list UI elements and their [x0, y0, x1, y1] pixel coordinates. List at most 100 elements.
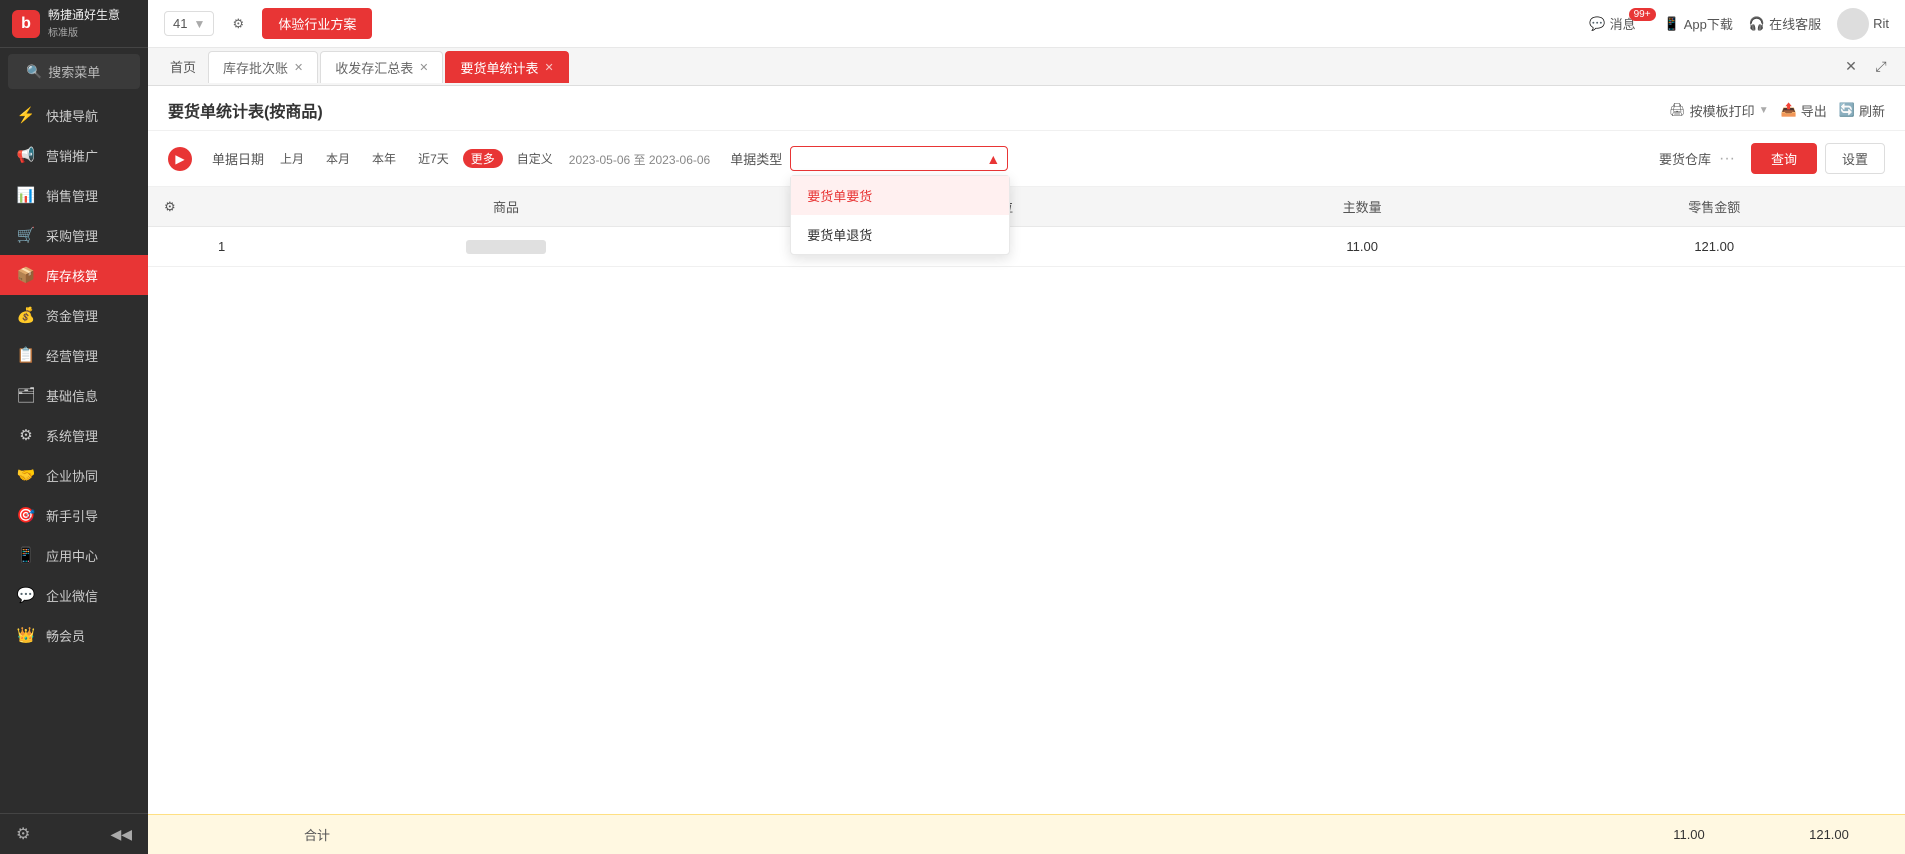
sidebar-item-appcenter[interactable]: 📱 应用中心 — [0, 535, 148, 575]
warehouse-more-icon[interactable]: ··· — [1719, 150, 1735, 168]
sidebar-item-quicknav[interactable]: ⚡ 快捷导航 — [0, 95, 148, 135]
sidebar-item-operations[interactable]: 📋 经营管理 — [0, 335, 148, 375]
sidebar-item-label: 新手引导 — [46, 506, 98, 525]
sidebar-item-finance[interactable]: 💰 资金管理 — [0, 295, 148, 335]
logo-area: b 畅捷通好生意 标准版 — [0, 0, 148, 48]
date-filter-group: 单据日期 上月 本月 本年 近7天 更多 自定义 2023-05-06 至 20… — [212, 148, 710, 169]
this-month-btn[interactable]: 本月 — [318, 148, 358, 169]
sidebar-item-purchase[interactable]: 🛒 采购管理 — [0, 215, 148, 255]
sidebar-item-member[interactable]: 👑 畅会员 — [0, 615, 148, 655]
company-selector[interactable]: 41 ▼ — [164, 11, 214, 36]
refresh-label: 刷新 — [1859, 101, 1885, 120]
export-button[interactable]: 📤 导出 — [1781, 101, 1827, 120]
sidebar-item-enterprise[interactable]: 🤝 企业协同 — [0, 455, 148, 495]
settings-gear-button[interactable]: ⚙ — [224, 10, 252, 38]
quicknav-icon: ⚡ — [16, 105, 36, 125]
appcenter-icon: 📱 — [16, 545, 36, 565]
type-filter-input[interactable] — [790, 146, 1008, 171]
app-sub: 标准版 — [48, 24, 120, 39]
row-qty: 11.00 — [1201, 227, 1524, 267]
app-download-button[interactable]: 📱 App下载 — [1664, 14, 1733, 33]
company-name: 41 — [173, 16, 187, 31]
trial-button[interactable]: 体验行业方案 — [262, 8, 372, 39]
tab-close-icon[interactable]: ✕ — [419, 61, 428, 74]
data-table: ⚙ 商品 主计量单位 主数量 零售金额 1 — [148, 187, 1905, 267]
tab-close-icon[interactable]: ✕ — [294, 61, 303, 74]
type-dropdown-menu: 要货单要货 要货单退货 — [790, 175, 1010, 255]
sidebar-item-label: 营销推广 — [46, 146, 98, 165]
sidebar-item-label: 快捷导航 — [46, 106, 98, 125]
tab-close-icon[interactable]: ✕ — [545, 61, 554, 74]
print-button[interactable]: 🖨 按模板打印 ▼ — [1669, 101, 1768, 120]
page-header: 要货单统计表(按商品) 🖨 按模板打印 ▼ 📤 导出 🔄 刷新 — [148, 86, 1905, 131]
message-button[interactable]: 💬 消息 99+ — [1589, 14, 1647, 33]
refresh-icon: 🔄 — [1839, 102, 1855, 118]
tab-summary[interactable]: 收发存汇总表 ✕ — [320, 51, 443, 83]
sidebar-item-label: 经营管理 — [46, 346, 98, 365]
tabbar: 首页 库存批次账 ✕ 收发存汇总表 ✕ 要货单统计表 ✕ ✕ ⤢ — [148, 48, 1905, 86]
print-label: 按模板打印 — [1690, 101, 1755, 120]
basic-icon: 🗂 — [16, 385, 36, 405]
warehouse-label: 要货仓库 — [1659, 149, 1711, 168]
footer-amount: 121.00 — [1769, 827, 1889, 842]
export-label: 导出 — [1801, 101, 1827, 120]
finance-icon: 💰 — [16, 305, 36, 325]
filter-settings-button[interactable]: 设置 — [1825, 143, 1885, 174]
logo-icon: b — [12, 10, 40, 38]
date-range-display: 2023-05-06 至 2023-06-06 — [569, 151, 710, 168]
last-7-days-btn[interactable]: 近7天 — [410, 148, 457, 169]
sidebar-item-inventory[interactable]: 📦 库存核算 — [0, 255, 148, 295]
topbar-right: 💬 消息 99+ 📱 App下载 🎧 在线客服 Rit — [1589, 8, 1889, 40]
tab-requisition[interactable]: 要货单统计表 ✕ — [445, 51, 568, 83]
sidebar-collapse-icon[interactable]: ◀◀ — [110, 826, 132, 843]
col-product: 商品 — [252, 187, 761, 227]
type-filter-group: 单据类型 ▲ 要货单要货 要货单退货 — [730, 146, 1008, 171]
search-label: 搜索菜单 — [48, 62, 100, 81]
search-icon: 🔍 — [26, 64, 42, 80]
online-service-button[interactable]: 🎧 在线客服 — [1749, 14, 1821, 33]
search-menu-item[interactable]: 🔍 搜索菜单 — [8, 54, 140, 89]
topbar-left: 41 ▼ ⚙ 体验行业方案 — [164, 8, 1589, 39]
sales-icon: 📊 — [16, 185, 36, 205]
refresh-button[interactable]: 🔄 刷新 — [1839, 101, 1885, 120]
sidebar-nav: ⚡ 快捷导航 📢 营销推广 📊 销售管理 🛒 采购管理 📦 库存核算 💰 资金管… — [0, 95, 148, 813]
sidebar-item-basic[interactable]: 🗂 基础信息 — [0, 375, 148, 415]
sidebar-item-wecom[interactable]: 💬 企业微信 — [0, 575, 148, 615]
inventory-icon: 📦 — [16, 265, 36, 285]
user-avatar[interactable]: Rit — [1837, 8, 1889, 40]
online-service-label: 在线客服 — [1769, 14, 1821, 33]
tab-home[interactable]: 首页 — [160, 57, 206, 76]
sidebar-item-system[interactable]: ⚙ 系统管理 — [0, 415, 148, 455]
query-button[interactable]: 查询 — [1751, 143, 1817, 174]
tab-batch[interactable]: 库存批次账 ✕ — [208, 51, 318, 83]
sidebar-item-label: 销售管理 — [46, 186, 98, 205]
dropdown-item-requisition[interactable]: 要货单要货 — [791, 176, 1009, 215]
phone-icon: 📱 — [1664, 16, 1680, 32]
product-name-placeholder — [466, 240, 546, 254]
system-icon: ⚙ — [16, 425, 36, 445]
last-month-btn[interactable]: 上月 — [272, 148, 312, 169]
this-year-btn[interactable]: 本年 — [364, 148, 404, 169]
sidebar-item-sales[interactable]: 📊 销售管理 — [0, 175, 148, 215]
sidebar-item-marketing[interactable]: 📢 营销推广 — [0, 135, 148, 175]
purchase-icon: 🛒 — [16, 225, 36, 245]
row-product — [252, 227, 761, 267]
filter-expand-button[interactable]: ▶ — [168, 147, 192, 171]
type-filter-label: 单据类型 — [730, 149, 782, 168]
dropdown-toggle-icon[interactable]: ▲ — [986, 151, 1000, 167]
sidebar-settings-icon[interactable]: ⚙ — [16, 824, 30, 844]
custom-date-btn[interactable]: 自定义 — [509, 148, 561, 169]
footer-label: 合计 — [304, 825, 364, 844]
col-settings[interactable]: ⚙ — [148, 187, 192, 227]
close-all-button[interactable]: ✕ — [1839, 55, 1863, 79]
print-icon: 🖨 — [1669, 102, 1686, 118]
sidebar-item-label: 库存核算 — [46, 266, 98, 285]
dropdown-item-return[interactable]: 要货单退货 — [791, 215, 1009, 254]
table-row: 1 块 11.00 121.00 — [148, 227, 1905, 267]
headset-icon: 🎧 — [1749, 16, 1765, 32]
chevron-down-icon: ▼ — [1759, 105, 1769, 116]
fullscreen-button[interactable]: ⤢ — [1869, 55, 1893, 79]
more-dates-btn[interactable]: 更多 — [463, 149, 503, 168]
sidebar-item-newguide[interactable]: 🎯 新手引导 — [0, 495, 148, 535]
tabbar-actions: ✕ ⤢ — [1839, 55, 1893, 79]
